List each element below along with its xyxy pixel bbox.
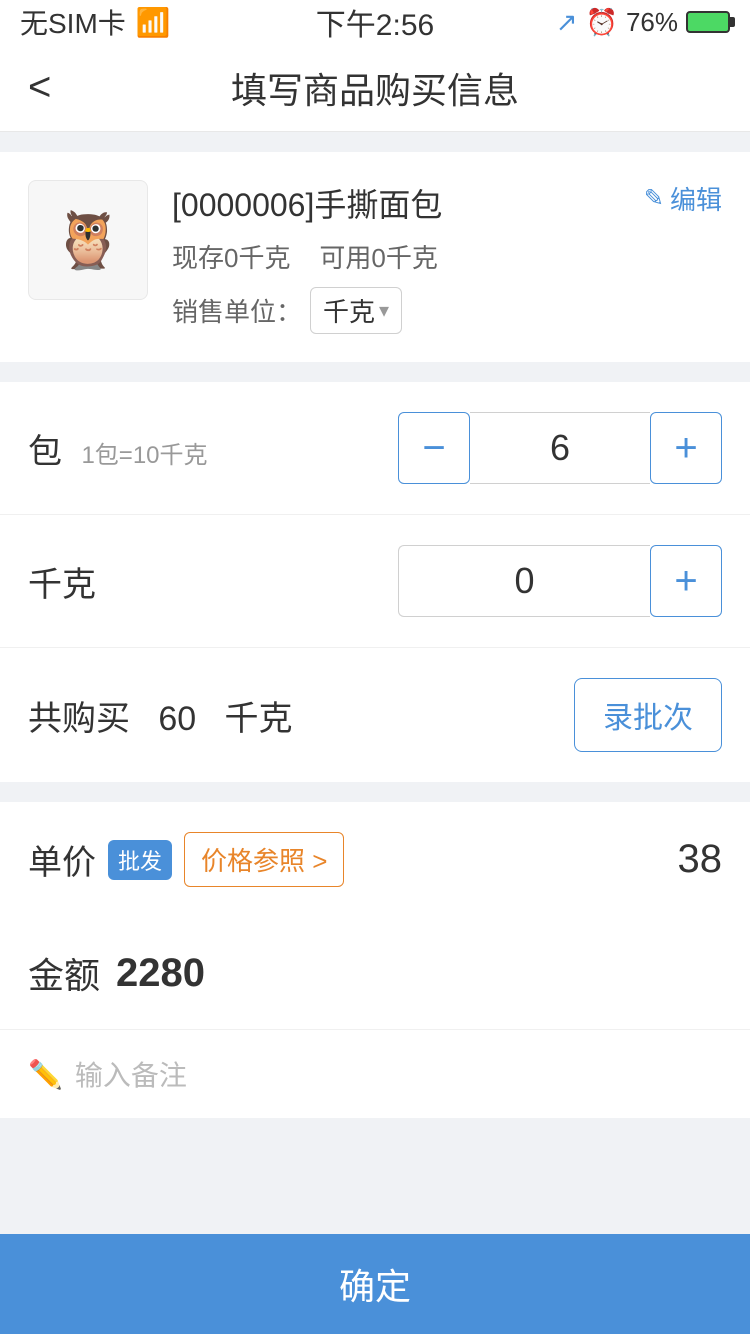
wifi-icon: 📶 — [136, 6, 171, 39]
kg-label: 千克 — [28, 557, 398, 606]
product-image: 🦉 — [28, 180, 148, 300]
remark-placeholder: 输入备注 — [75, 1054, 187, 1094]
status-right: ↗ ⏰ 76% — [556, 7, 730, 38]
unit-select[interactable]: 千克 ▾ — [310, 287, 402, 334]
alarm-icon: ⏰ — [586, 7, 618, 38]
battery-icon — [686, 11, 730, 33]
location-icon: ↗ — [556, 7, 578, 38]
carrier-label: 无SIM卡 — [20, 2, 126, 42]
battery-text: 76% — [626, 7, 678, 38]
bag-label-group: 包 1包=10千克 — [28, 424, 398, 473]
stock-text: 现存0千克 — [172, 243, 290, 273]
quantity-section: 包 1包=10千克 − + 千克 + — [0, 382, 750, 648]
price-label-group: 单价 批发 价格参照 > — [28, 832, 344, 887]
total-label: 共购买 — [28, 700, 130, 738]
pencil-icon: ✏️ — [28, 1058, 63, 1091]
product-name: [0000006]手撕面包 — [172, 180, 722, 226]
kg-quantity-input[interactable] — [398, 545, 650, 617]
price-reference-button[interactable]: 价格参照 > — [184, 832, 344, 887]
product-unit-row: 销售单位： 千克 ▾ — [172, 287, 722, 334]
unit-value: 千克 — [323, 292, 375, 329]
bag-increase-button[interactable]: + — [650, 412, 722, 484]
available-text: 可用0千克 — [319, 243, 437, 273]
product-card: 🦉 [0000006]手撕面包 现存0千克 可用0千克 销售单位： 千克 ▾ ✎… — [0, 152, 750, 362]
price-value: 38 — [678, 837, 723, 882]
wholesale-badge: 批发 — [108, 840, 172, 880]
bag-quantity-control: − + — [398, 412, 722, 484]
product-stock: 现存0千克 可用0千克 — [172, 238, 722, 275]
price-label: 单价 — [28, 835, 96, 884]
unit-label: 销售单位： — [172, 292, 302, 329]
kg-quantity-row: 千克 + — [0, 515, 750, 648]
total-row: 共购买 60 千克 录批次 — [0, 648, 750, 782]
edit-button[interactable]: ✎ 编辑 — [644, 180, 722, 217]
edit-icon: ✎ — [644, 184, 664, 213]
confirm-bar[interactable]: 确定 — [0, 1234, 750, 1334]
unit-chevron-icon: ▾ — [379, 298, 389, 323]
kg-quantity-control: + — [398, 545, 722, 617]
remark-row[interactable]: ✏️ 输入备注 — [0, 1029, 750, 1118]
bag-hint: 1包=10千克 — [81, 442, 207, 469]
bag-decrease-button[interactable]: − — [398, 412, 470, 484]
product-info: [0000006]手撕面包 现存0千克 可用0千克 销售单位： 千克 ▾ — [172, 180, 722, 334]
edit-label: 编辑 — [670, 180, 722, 217]
amount-row: 金额 2280 — [0, 917, 750, 1029]
total-text: 共购买 60 千克 — [28, 691, 293, 740]
amount-label: 金额 — [28, 947, 100, 999]
page-title: 填写商品购买信息 — [231, 62, 519, 114]
amount-value: 2280 — [116, 951, 205, 996]
total-unit: 千克 — [225, 700, 293, 738]
status-time: 下午2:56 — [316, 0, 434, 44]
batch-button[interactable]: 录批次 — [574, 678, 722, 752]
bag-label: 包 — [28, 433, 62, 471]
price-section: 单价 批发 价格参照 > 38 — [0, 802, 750, 917]
total-amount: 60 — [158, 700, 196, 738]
status-left: 无SIM卡 📶 — [20, 2, 171, 42]
kg-increase-button[interactable]: + — [650, 545, 722, 617]
bag-quantity-input[interactable] — [470, 412, 650, 484]
bag-quantity-row: 包 1包=10千克 − + — [0, 382, 750, 515]
status-bar: 无SIM卡 📶 下午2:56 ↗ ⏰ 76% — [0, 0, 750, 44]
confirm-label: 确定 — [339, 1258, 411, 1310]
back-button[interactable]: < — [28, 65, 51, 110]
nav-bar: < 填写商品购买信息 — [0, 44, 750, 132]
product-logo-icon: 🦉 — [53, 207, 123, 273]
